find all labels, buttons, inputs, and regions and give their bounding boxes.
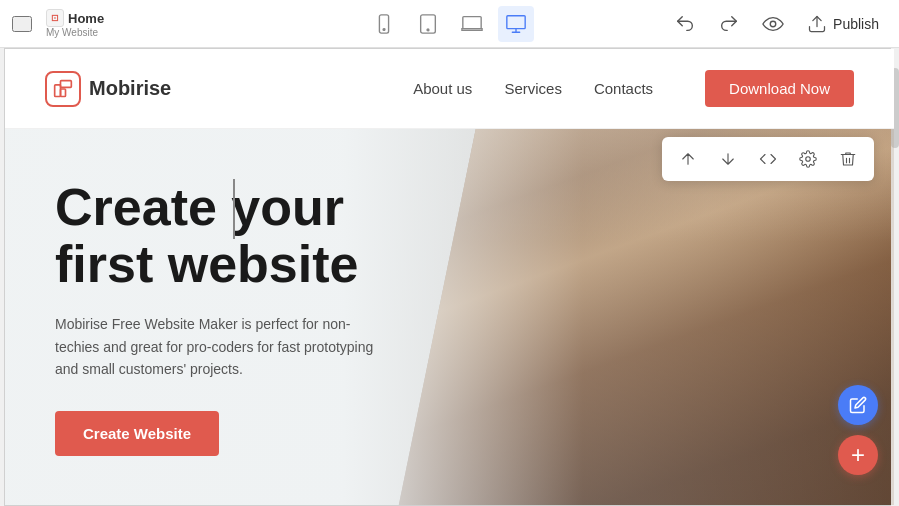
block-move-down-button[interactable] [712, 143, 744, 175]
page-subtitle: My Website [46, 27, 104, 38]
fab-edit-button[interactable] [838, 385, 878, 425]
hero-content: Create your first website Mobirise Free … [5, 129, 485, 506]
site-logo: Mobirise [45, 71, 171, 107]
preview-area: Mobirise About us Services Contacts Down… [4, 48, 895, 506]
logo-icon [45, 71, 81, 107]
nav-contacts[interactable]: Contacts [594, 80, 653, 97]
svg-rect-9 [61, 80, 72, 87]
svg-point-11 [806, 157, 811, 162]
svg-point-6 [770, 21, 776, 27]
hero-heading: Create your first website [55, 179, 435, 293]
fab-add-button[interactable]: + [838, 435, 878, 475]
svg-rect-10 [61, 89, 66, 97]
block-code-button[interactable] [752, 143, 784, 175]
hero-cta-button[interactable]: Create Website [55, 411, 219, 456]
block-controls [662, 137, 874, 181]
device-desktop-button[interactable] [498, 6, 534, 42]
redo-button[interactable] [711, 6, 747, 42]
svg-rect-4 [462, 16, 480, 28]
page-title: ⊡ Home [46, 9, 104, 27]
hero-divider [233, 179, 235, 239]
undo-button[interactable] [667, 6, 703, 42]
svg-rect-5 [506, 15, 524, 28]
preview-button[interactable] [755, 6, 791, 42]
svg-point-3 [427, 29, 429, 31]
device-tablet-button[interactable] [410, 6, 446, 42]
nav-about[interactable]: About us [413, 80, 472, 97]
device-mobile-button[interactable] [366, 6, 402, 42]
fab-add-icon: + [851, 441, 865, 469]
site-navbar: Mobirise About us Services Contacts Down… [5, 49, 894, 129]
svg-point-1 [383, 28, 385, 30]
publish-button[interactable]: Publish [799, 10, 887, 38]
block-move-up-button[interactable] [672, 143, 704, 175]
device-switcher [308, 6, 592, 42]
hero-section: Create your first website Mobirise Free … [5, 129, 894, 506]
device-laptop-button[interactable] [454, 6, 490, 42]
page-icon: ⊡ [46, 9, 64, 27]
main-toolbar: ⊡ Home My Website [0, 0, 899, 48]
site-nav: About us Services Contacts Download Now [413, 70, 854, 107]
toolbar-left: ⊡ Home My Website [12, 9, 296, 38]
page-info: ⊡ Home My Website [46, 9, 104, 38]
hero-description: Mobirise Free Website Maker is perfect f… [55, 313, 375, 380]
svg-rect-8 [55, 84, 61, 96]
nav-services[interactable]: Services [504, 80, 562, 97]
block-delete-button[interactable] [832, 143, 864, 175]
nav-cta-button[interactable]: Download Now [705, 70, 854, 107]
toolbar-right: Publish [603, 6, 887, 42]
menu-button[interactable] [12, 16, 32, 32]
block-settings-button[interactable] [792, 143, 824, 175]
